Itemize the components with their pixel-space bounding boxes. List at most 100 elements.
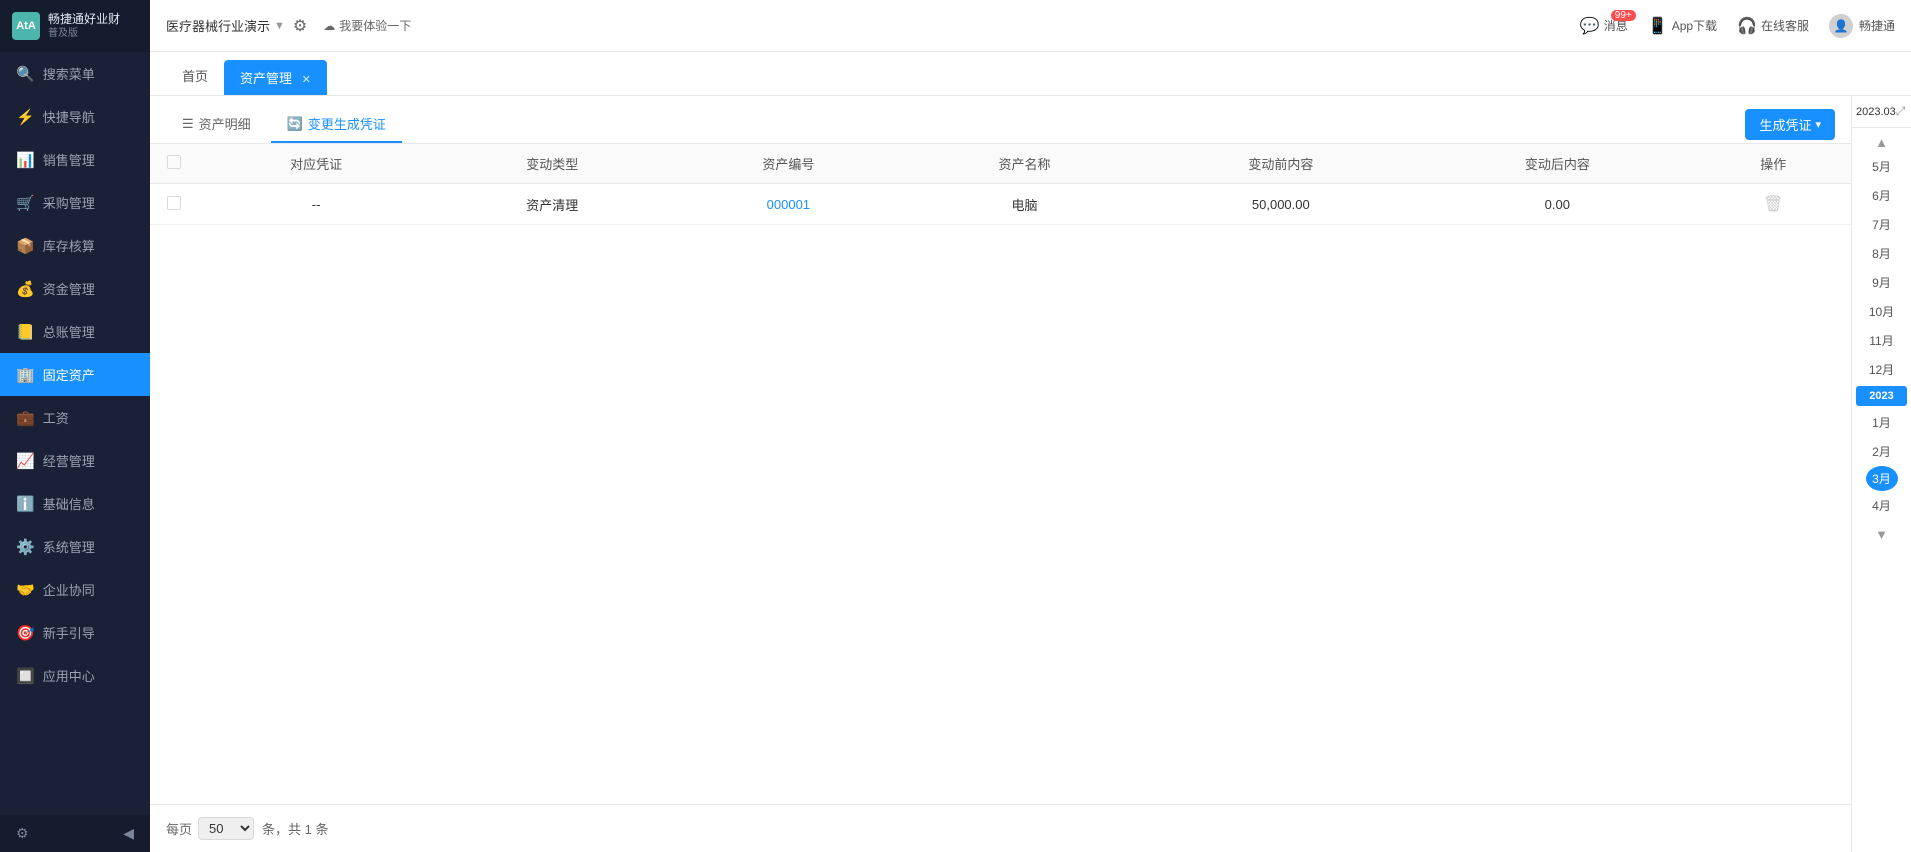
headset-icon: 🎧: [1737, 16, 1757, 36]
info-icon: ℹ️: [16, 495, 35, 513]
collapse-icon[interactable]: ◀: [123, 825, 134, 842]
guide-icon: 🎯: [16, 624, 35, 642]
topbar-settings-icon[interactable]: ⚙: [293, 16, 307, 36]
col-after-value: 变动后内容: [1419, 144, 1696, 184]
asset-table: 对应凭证 变动类型 资产编号 资产名称: [150, 144, 1851, 225]
calendar-month-7[interactable]: 7月: [1852, 210, 1911, 239]
generate-voucher-label: 生成凭证: [1759, 115, 1811, 134]
app-download-button[interactable]: 📱 App下载: [1648, 16, 1717, 36]
row-checkbox-cell: [150, 184, 198, 225]
calendar-month-3-active[interactable]: 3月: [1866, 466, 1898, 491]
sidebar-item-manage[interactable]: 📈 经营管理: [0, 439, 150, 482]
logo-text: 畅捷通好业财 普及版: [48, 12, 120, 41]
cell-asset-code: 000001: [670, 184, 906, 225]
delete-row-icon[interactable]: 🗑: [1763, 196, 1783, 213]
customer-service-button[interactable]: 🎧 在线客服: [1737, 16, 1809, 36]
calendar-down-icon[interactable]: ▼: [1872, 524, 1892, 544]
calendar-month-8[interactable]: 8月: [1852, 239, 1911, 268]
sub-tabs-actions: 生成凭证 ▾: [1745, 109, 1835, 140]
tabbar: 首页 资产管理 ✕: [150, 52, 1911, 96]
calendar-year-2023[interactable]: 2023: [1856, 386, 1907, 406]
avatar: 👤: [1829, 14, 1853, 38]
settings-footer-icon[interactable]: ⚙: [16, 825, 29, 842]
btn-arrow-icon: ▾: [1815, 118, 1821, 131]
calendar-month-4[interactable]: 4月: [1852, 491, 1911, 520]
sidebar-item-collab[interactable]: 🤝 企业协同: [0, 568, 150, 611]
app-name: 畅捷通好业财: [48, 12, 120, 28]
experience-button[interactable]: ☁ 我要体验一下: [323, 17, 411, 34]
table-container: 对应凭证 变动类型 资产编号 资产名称: [150, 144, 1851, 804]
calendar-month-1[interactable]: 1月: [1852, 408, 1911, 437]
user-label: 畅捷通: [1859, 17, 1895, 34]
manage-icon: 📈: [16, 452, 35, 470]
message-button[interactable]: 💬 消息 99+: [1580, 16, 1628, 36]
cell-change-type: 资产清理: [434, 184, 670, 225]
salary-icon: 💼: [16, 409, 35, 427]
calendar-month-10[interactable]: 10月: [1852, 297, 1911, 326]
sidebar-item-purchase[interactable]: 🛒 采购管理: [0, 181, 150, 224]
inventory-icon: 📦: [16, 237, 35, 255]
sidebar-item-label: 工资: [43, 408, 69, 427]
calendar-month-9[interactable]: 9月: [1852, 268, 1911, 297]
download-icon: 📱: [1648, 16, 1668, 36]
sidebar-item-system[interactable]: ⚙️ 系统管理: [0, 525, 150, 568]
app-edition: 普及版: [48, 27, 120, 40]
col-asset-code: 资产编号: [670, 144, 906, 184]
sidebar-footer: ⚙ ◀: [0, 815, 150, 852]
select-all-checkbox[interactable]: [167, 155, 181, 169]
generate-voucher-button[interactable]: 生成凭证 ▾: [1745, 109, 1835, 140]
sidebar-item-apps[interactable]: 🔲 应用中心: [0, 654, 150, 697]
tab-assets-label: 资产管理: [240, 71, 292, 86]
sidebar-item-label: 系统管理: [43, 537, 95, 556]
sidebar-item-guide[interactable]: 🎯 新手引导: [0, 611, 150, 654]
calendar-month-11[interactable]: 11月: [1852, 326, 1911, 355]
tab-home[interactable]: 首页: [166, 58, 224, 95]
tab-close-icon[interactable]: ✕: [302, 74, 311, 86]
sidebar-item-search[interactable]: 🔍 搜索菜单: [0, 52, 150, 95]
sidebar-item-label: 销售管理: [43, 150, 95, 169]
topbar: 医疗器械行业演示 ▼ ⚙ ☁ 我要体验一下 💬 消息 99+ 📱 App下载 🎧…: [150, 0, 1911, 52]
calendar-expand-icon[interactable]: ⤢: [1896, 104, 1906, 119]
sidebar-nav: 🔍 搜索菜单 ⚡ 快捷导航 📊 销售管理 🛒 采购管理 📦 库存核算 💰 资金管…: [0, 52, 150, 815]
pagination: 每页 10 20 50 100 条，共 1 条: [150, 804, 1851, 852]
sub-tab-detail[interactable]: ☰ 资产明细: [166, 106, 267, 143]
sidebar-item-sales[interactable]: 📊 销售管理: [0, 138, 150, 181]
calendar-month-12[interactable]: 12月: [1852, 355, 1911, 384]
sidebar-item-label: 搜索菜单: [43, 64, 95, 83]
sidebar-item-label: 经营管理: [43, 451, 95, 470]
sidebar-item-nav[interactable]: ⚡ 快捷导航: [0, 95, 150, 138]
message-icon: 💬: [1580, 16, 1600, 36]
calendar-up-icon[interactable]: ▲: [1872, 132, 1892, 152]
select-all-header[interactable]: [150, 144, 198, 184]
message-badge: 99+: [1611, 10, 1636, 21]
logo-icon: AtA: [12, 12, 40, 40]
sidebar-item-label: 基础信息: [43, 494, 95, 513]
sidebar-item-label: 快捷导航: [43, 107, 95, 126]
company-selector[interactable]: 医疗器械行业演示 ▼: [166, 16, 285, 35]
table-icon: ☰: [182, 116, 194, 132]
sidebar-item-label: 采购管理: [43, 193, 95, 212]
user-menu[interactable]: 👤 畅捷通: [1829, 14, 1895, 38]
sidebar-item-fund[interactable]: 💰 资金管理: [0, 267, 150, 310]
sidebar-item-label: 企业协同: [43, 580, 95, 599]
per-page-select[interactable]: 10 20 50 100: [198, 817, 254, 840]
calendar-month-6[interactable]: 6月: [1852, 181, 1911, 210]
apps-icon: 🔲: [16, 667, 35, 685]
col-asset-name: 资产名称: [906, 144, 1142, 184]
calendar-month-2[interactable]: 2月: [1852, 437, 1911, 466]
fund-icon: 💰: [16, 280, 35, 298]
company-name: 医疗器械行业演示: [166, 16, 270, 35]
sidebar-logo: AtA 畅捷通好业财 普及版: [0, 0, 150, 52]
tab-assets[interactable]: 资产管理 ✕: [224, 60, 327, 95]
sidebar-item-inventory[interactable]: 📦 库存核算: [0, 224, 150, 267]
row-checkbox[interactable]: [167, 196, 181, 210]
sidebar-item-info[interactable]: ℹ️ 基础信息: [0, 482, 150, 525]
sidebar-item-salary[interactable]: 💼 工资: [0, 396, 150, 439]
sidebar-item-assets[interactable]: 🏢 固定资产: [0, 353, 150, 396]
sale-icon: 📊: [16, 151, 35, 169]
sidebar-item-label: 总账管理: [43, 322, 95, 341]
sub-tab-generate[interactable]: 🔄 变更生成凭证: [271, 106, 402, 143]
sidebar-item-ledger[interactable]: 📒 总账管理: [0, 310, 150, 353]
calendar-month-5[interactable]: 5月: [1852, 152, 1911, 181]
collab-icon: 🤝: [16, 581, 35, 599]
